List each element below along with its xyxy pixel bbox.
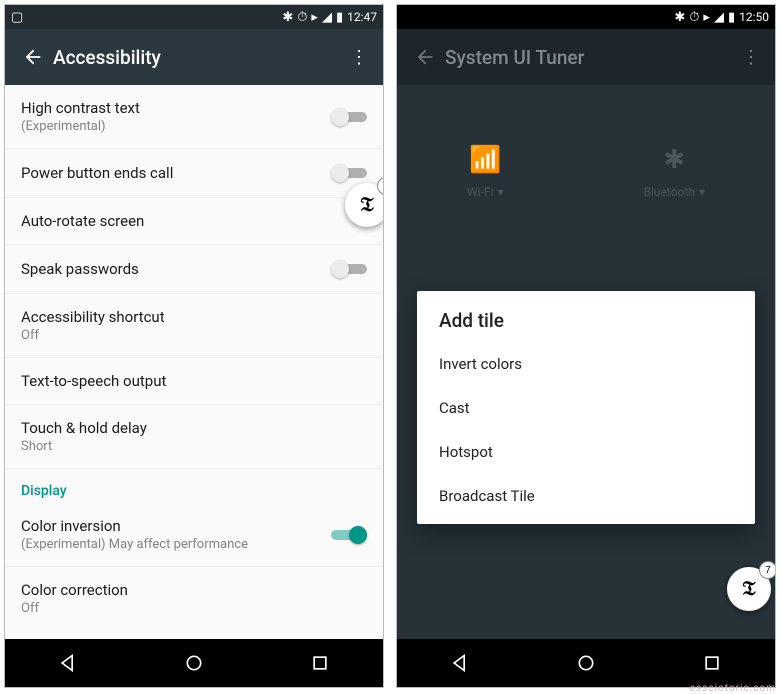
wifi-icon: 📶 [469, 145, 501, 175]
row-title: Auto-rotate screen [21, 212, 367, 230]
alarm-icon: ⏱ [297, 11, 307, 24]
alarm-icon: ⏱ [689, 11, 699, 24]
dialog-item-invert-colors[interactable]: Invert colors [417, 342, 755, 386]
page-title: Accessibility [53, 46, 343, 69]
row-title: Touch & hold delay [21, 419, 367, 437]
navigation-bar [397, 639, 775, 687]
nav-home-button[interactable] [556, 639, 616, 687]
status-bar: ✱ ⏱ ▸ ◢ ▮ 12:50 [397, 5, 775, 29]
row-title: Speak passwords [21, 260, 331, 278]
qs-tile-bluetooth[interactable]: ✱ Bluetooth ▾ [644, 145, 705, 199]
nav-recent-button[interactable] [290, 639, 350, 687]
back-button[interactable] [405, 46, 445, 68]
row-power-button-ends-call[interactable]: Power button ends call [5, 149, 383, 198]
badge-glyph: 𝔗 [360, 194, 373, 217]
row-auto-rotate[interactable]: Auto-rotate screen [5, 198, 383, 245]
qs-label: Bluetooth [644, 185, 695, 199]
row-color-inversion[interactable]: Color inversion (Experimental) May affec… [5, 503, 383, 567]
row-subtitle: Off [21, 601, 367, 616]
switch-high-contrast[interactable] [331, 107, 367, 127]
back-button[interactable] [13, 46, 53, 68]
settings-list: High contrast text (Experimental) Power … [5, 85, 383, 639]
floating-badge[interactable]: 𝔗 7 [345, 183, 384, 227]
status-bar: ▢ ✱ ⏱ ▸ ◢ ▮ 12:47 [5, 5, 383, 29]
overflow-menu-button[interactable]: ⋮ [735, 47, 767, 68]
badge-count: 7 [377, 177, 384, 195]
row-title: Color inversion [21, 517, 331, 535]
floating-badge[interactable]: 𝔗 7 [727, 567, 771, 611]
section-header-display: Display [5, 469, 383, 503]
row-title: Color correction [21, 581, 367, 599]
battery-icon: ▮ [728, 11, 735, 24]
switch-power-ends-call[interactable] [331, 163, 367, 183]
overflow-menu-button[interactable]: ⋮ [343, 47, 375, 68]
row-high-contrast-text[interactable]: High contrast text (Experimental) [5, 85, 383, 149]
status-time: 12:47 [347, 10, 377, 24]
chevron-down-icon: ▾ [497, 185, 503, 199]
app-bar: System UI Tuner ⋮ [397, 29, 775, 85]
add-tile-dialog: Add tile Invert colors Cast Hotspot Broa… [417, 291, 755, 524]
row-accessibility-shortcut[interactable]: Accessibility shortcut Off [5, 294, 383, 358]
row-subtitle: (Experimental) May affect performance [21, 537, 331, 552]
switch-color-inversion[interactable] [331, 525, 367, 545]
switch-speak-passwords[interactable] [331, 259, 367, 279]
watermark: essciotoric.com [690, 683, 776, 694]
cell-icon: ◢ [714, 11, 724, 24]
badge-count: 7 [759, 561, 776, 579]
nav-recent-button[interactable] [682, 639, 742, 687]
row-subtitle: Short [21, 439, 367, 454]
wifi-icon: ▸ [703, 11, 710, 24]
row-title: Power button ends call [21, 164, 331, 182]
page-title: System UI Tuner [445, 46, 735, 69]
qs-tile-wifi[interactable]: 📶 Wi-Fi ▾ [467, 145, 503, 199]
dialog-title: Add tile [417, 309, 755, 342]
row-text-to-speech[interactable]: Text-to-speech output [5, 358, 383, 405]
nav-back-button[interactable] [38, 639, 98, 687]
row-title: Accessibility shortcut [21, 308, 367, 326]
qs-label: Wi-Fi [467, 185, 493, 199]
bluetooth-icon: ✱ [282, 11, 293, 24]
row-speak-passwords[interactable]: Speak passwords [5, 245, 383, 294]
row-title: Text-to-speech output [21, 372, 367, 390]
battery-icon: ▮ [336, 11, 343, 24]
bluetooth-icon: ✱ [663, 145, 685, 175]
row-color-correction[interactable]: Color correction Off [5, 567, 383, 630]
status-time: 12:50 [739, 10, 769, 24]
navigation-bar [5, 639, 383, 687]
row-subtitle: Off [21, 328, 367, 343]
image-icon: ▢ [11, 11, 23, 24]
row-touch-hold-delay[interactable]: Touch & hold delay Short [5, 405, 383, 469]
chevron-down-icon: ▾ [699, 185, 705, 199]
nav-home-button[interactable] [164, 639, 224, 687]
nav-back-button[interactable] [430, 639, 490, 687]
wifi-icon: ▸ [311, 11, 318, 24]
dialog-item-hotspot[interactable]: Hotspot [417, 430, 755, 474]
app-bar: Accessibility ⋮ [5, 29, 383, 85]
quick-settings-area: 📶 Wi-Fi ▾ ✱ Bluetooth ▾ Add tile Add til… [397, 85, 775, 639]
badge-glyph: 𝔗 [742, 578, 755, 601]
dialog-item-cast[interactable]: Cast [417, 386, 755, 430]
phone-accessibility: ▢ ✱ ⏱ ▸ ◢ ▮ 12:47 Accessibility ⋮ High c… [4, 4, 384, 688]
row-subtitle: (Experimental) [21, 119, 331, 134]
dialog-item-broadcast-tile[interactable]: Broadcast Tile [417, 474, 755, 518]
bluetooth-icon: ✱ [674, 11, 685, 24]
row-title: High contrast text [21, 99, 331, 117]
cell-icon: ◢ [322, 11, 332, 24]
phone-system-ui-tuner: ✱ ⏱ ▸ ◢ ▮ 12:50 System UI Tuner ⋮ 📶 Wi-F… [396, 4, 776, 688]
